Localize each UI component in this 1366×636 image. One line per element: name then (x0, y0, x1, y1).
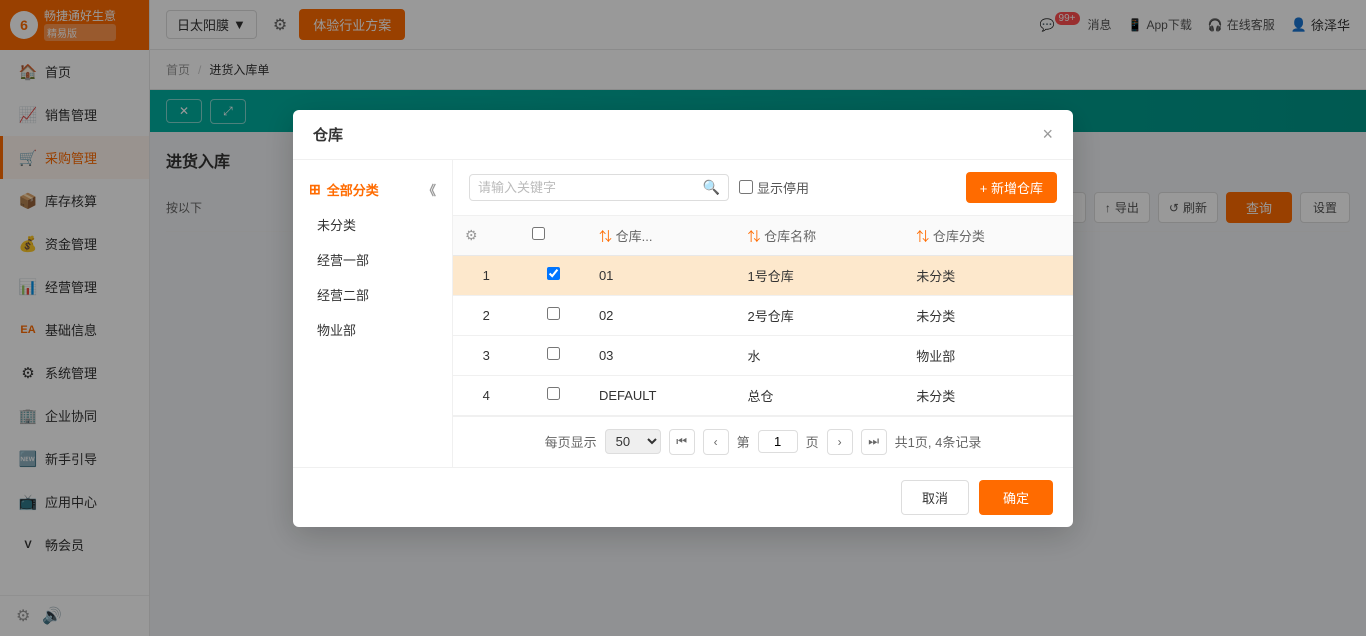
row-name: 水 (735, 335, 904, 375)
table-row[interactable]: 3 03 水 物业部 (453, 335, 1073, 375)
category-item-ops1[interactable]: 经营一部 (293, 242, 452, 277)
first-page-btn[interactable]: ⏮ (669, 429, 695, 455)
modal-footer: 取消 确定 (293, 467, 1073, 527)
row-category: 未分类 (904, 375, 1073, 415)
pagination: 每页显示 50 20 100 ⏮ ‹ 第 页 › ⏭ 共1页, 4条记录 (453, 416, 1073, 467)
row-checkbox[interactable] (547, 307, 560, 320)
row-num: 3 (453, 335, 520, 375)
category-all-header[interactable]: ⊞ 全部分类 《 (293, 172, 452, 207)
category-item-property[interactable]: 物业部 (293, 312, 452, 347)
row-category: 未分类 (904, 295, 1073, 335)
th-code: ⇅ 仓库... (587, 216, 736, 256)
per-page-select[interactable]: 50 20 100 (605, 429, 661, 454)
modal-overlay: 仓库 × ⊞ 全部分类 《 未分类 经营一部 经营二部 (0, 0, 1366, 636)
th-name: ⇅ 仓库名称 (735, 216, 904, 256)
row-checkbox-cell (520, 375, 587, 415)
row-name: 1号仓库 (735, 255, 904, 295)
table-panel: 🔍 显示停用 + 新增仓库 ⚙ (453, 160, 1073, 467)
sort-icon: ⇅ (599, 229, 612, 244)
category-panel: ⊞ 全部分类 《 未分类 经营一部 经营二部 物业部 (293, 160, 453, 467)
last-page-btn[interactable]: ⏭ (861, 429, 887, 455)
category-item-ops2[interactable]: 经营二部 (293, 277, 452, 312)
category-all-label: 全部分类 (327, 180, 379, 199)
table-scroll: ⚙ ⇅ 仓库... ⇅ (453, 216, 1073, 416)
row-checkbox-cell (520, 295, 587, 335)
row-code: 02 (587, 295, 736, 335)
show-disabled-checkbox[interactable] (739, 180, 753, 194)
row-checkbox[interactable] (547, 387, 560, 400)
grid-icon: ⊞ (309, 181, 321, 198)
select-all-checkbox[interactable] (532, 227, 545, 240)
page-summary: 共1页, 4条记录 (895, 432, 982, 451)
row-num: 4 (453, 375, 520, 415)
sort-icon-cat: ⇅ (916, 229, 929, 244)
warehouse-table: ⚙ ⇅ 仓库... ⇅ (453, 216, 1073, 416)
modal-body: ⊞ 全部分类 《 未分类 经营一部 经营二部 物业部 (293, 160, 1073, 467)
search-box: 🔍 (469, 174, 729, 201)
row-code: DEFAULT (587, 375, 736, 415)
th-category: ⇅ 仓库分类 (904, 216, 1073, 256)
row-name: 总仓 (735, 375, 904, 415)
per-page-label: 每页显示 (545, 432, 597, 451)
cancel-button[interactable]: 取消 (901, 480, 969, 515)
row-category: 未分类 (904, 255, 1073, 295)
row-name: 2号仓库 (735, 295, 904, 335)
table-row[interactable]: 2 02 2号仓库 未分类 (453, 295, 1073, 335)
row-checkbox-cell (520, 335, 587, 375)
show-disabled-label: 显示停用 (739, 178, 809, 197)
prev-page-btn[interactable]: ‹ (703, 429, 729, 455)
page-number-input[interactable] (758, 430, 798, 453)
page-unit: 页 (806, 432, 819, 451)
add-warehouse-button[interactable]: + 新增仓库 (966, 172, 1057, 203)
sort-icon-name: ⇅ (747, 229, 760, 244)
table-row[interactable]: 4 DEFAULT 总仓 未分类 (453, 375, 1073, 415)
modal-close-button[interactable]: × (1042, 124, 1053, 145)
row-num: 2 (453, 295, 520, 335)
next-page-btn[interactable]: › (827, 429, 853, 455)
search-input[interactable] (478, 180, 703, 195)
modal-title: 仓库 (313, 124, 343, 145)
row-category: 物业部 (904, 335, 1073, 375)
collapse-category-icon[interactable]: 《 (423, 180, 436, 199)
search-icon[interactable]: 🔍 (703, 179, 720, 196)
row-code: 01 (587, 255, 736, 295)
page-label: 第 (737, 432, 750, 451)
modal-header: 仓库 × (293, 110, 1073, 160)
category-item-unclassified[interactable]: 未分类 (293, 207, 452, 242)
table-row[interactable]: 1 01 1号仓库 未分类 (453, 255, 1073, 295)
table-toolbar: 🔍 显示停用 + 新增仓库 (453, 160, 1073, 216)
row-checkbox[interactable] (547, 267, 560, 280)
row-code: 03 (587, 335, 736, 375)
th-checkbox (520, 216, 587, 256)
row-num: 1 (453, 255, 520, 295)
th-settings[interactable]: ⚙ (453, 216, 520, 256)
confirm-button[interactable]: 确定 (979, 480, 1053, 515)
row-checkbox-cell (520, 255, 587, 295)
warehouse-modal: 仓库 × ⊞ 全部分类 《 未分类 经营一部 经营二部 (293, 110, 1073, 527)
row-checkbox[interactable] (547, 347, 560, 360)
gear-icon: ⚙ (465, 227, 478, 243)
